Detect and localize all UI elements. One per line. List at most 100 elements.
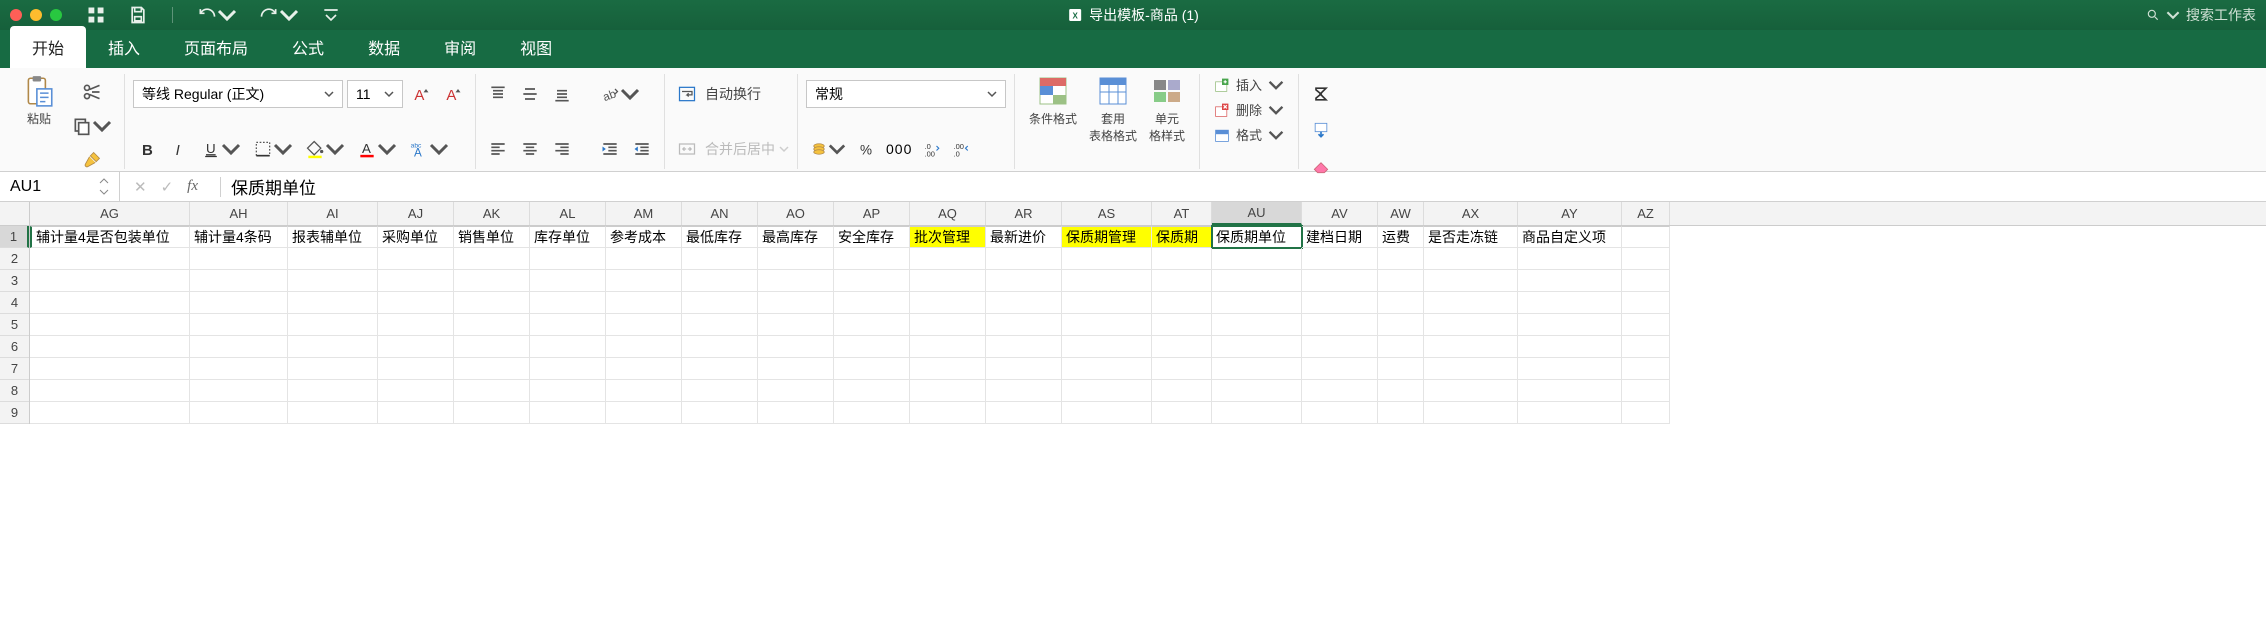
cell-AP8[interactable] <box>834 380 910 402</box>
cell-AR8[interactable] <box>986 380 1062 402</box>
enter-formula-button[interactable]: ✓ <box>161 178 174 196</box>
format-painter-button[interactable] <box>68 146 116 174</box>
align-left-button[interactable] <box>484 135 512 163</box>
cell-AG8[interactable] <box>30 380 190 402</box>
cell-AT4[interactable] <box>1152 292 1212 314</box>
fill-color-button[interactable] <box>301 135 349 163</box>
column-header-AR[interactable]: AR <box>986 202 1062 225</box>
cell-AN7[interactable] <box>682 358 758 380</box>
italic-button[interactable]: I <box>165 135 193 163</box>
cell-AZ1[interactable] <box>1622 226 1670 248</box>
cell-AM2[interactable] <box>606 248 682 270</box>
cell-AT6[interactable] <box>1152 336 1212 358</box>
undo-button[interactable] <box>193 1 241 29</box>
delete-cells-button[interactable]: 删除 <box>1214 99 1284 120</box>
column-header-AO[interactable]: AO <box>758 202 834 225</box>
autosum-button[interactable] <box>1307 80 1335 108</box>
cell-AH1[interactable]: 辅计量4条码 <box>190 226 288 248</box>
column-header-AJ[interactable]: AJ <box>378 202 454 225</box>
cancel-formula-button[interactable]: ✕ <box>134 178 147 196</box>
cell-AM4[interactable] <box>606 292 682 314</box>
row-header-6[interactable]: 6 <box>0 336 29 358</box>
cell-AQ6[interactable] <box>910 336 986 358</box>
column-header-AK[interactable]: AK <box>454 202 530 225</box>
cell-AN4[interactable] <box>682 292 758 314</box>
phonetic-button[interactable]: abcA <box>405 135 453 163</box>
save-button[interactable] <box>124 1 152 29</box>
close-window-button[interactable] <box>10 9 22 21</box>
cell-AZ4[interactable] <box>1622 292 1670 314</box>
format-cells-button[interactable]: 格式 <box>1214 124 1284 145</box>
cut-button[interactable] <box>68 78 116 106</box>
cell-AU2[interactable] <box>1212 248 1302 270</box>
cell-AH5[interactable] <box>190 314 288 336</box>
decrease-font-button[interactable]: A <box>439 80 467 108</box>
column-header-AQ[interactable]: AQ <box>910 202 986 225</box>
cell-AH3[interactable] <box>190 270 288 292</box>
cell-AW5[interactable] <box>1378 314 1424 336</box>
cell-AS6[interactable] <box>1062 336 1152 358</box>
number-format-selector[interactable]: 常规 <box>806 80 1006 108</box>
align-right-button[interactable] <box>548 135 576 163</box>
cell-AO9[interactable] <box>758 402 834 424</box>
cell-AO3[interactable] <box>758 270 834 292</box>
orientation-button[interactable]: ab <box>596 80 644 108</box>
customize-qat-button[interactable] <box>317 1 345 29</box>
column-header-AW[interactable]: AW <box>1378 202 1424 225</box>
cell-AK2[interactable] <box>454 248 530 270</box>
percent-button[interactable]: % <box>853 136 879 162</box>
cell-AU1[interactable]: 保质期单位 <box>1212 226 1302 248</box>
cell-AL1[interactable]: 库存单位 <box>530 226 606 248</box>
cell-AR1[interactable]: 最新进价 <box>986 226 1062 248</box>
row-header-7[interactable]: 7 <box>0 358 29 380</box>
formula-input[interactable]: 保质期单位 <box>221 174 2266 199</box>
cell-AG1[interactable]: 辅计量4是否包装单位 <box>30 226 190 248</box>
cell-AY3[interactable] <box>1518 270 1622 292</box>
cell-AI3[interactable] <box>288 270 378 292</box>
cell-AI6[interactable] <box>288 336 378 358</box>
column-header-AU[interactable]: AU <box>1212 202 1302 225</box>
cell-AO4[interactable] <box>758 292 834 314</box>
cell-AK5[interactable] <box>454 314 530 336</box>
cell-AK1[interactable]: 销售单位 <box>454 226 530 248</box>
cell-AJ7[interactable] <box>378 358 454 380</box>
cell-AG2[interactable] <box>30 248 190 270</box>
cell-AV3[interactable] <box>1302 270 1378 292</box>
cell-AS4[interactable] <box>1062 292 1152 314</box>
cell-AY8[interactable] <box>1518 380 1622 402</box>
cell-AM3[interactable] <box>606 270 682 292</box>
cell-AI9[interactable] <box>288 402 378 424</box>
insert-cells-button[interactable]: 插入 <box>1214 74 1284 95</box>
cell-AN9[interactable] <box>682 402 758 424</box>
cell-AU4[interactable] <box>1212 292 1302 314</box>
cell-AQ2[interactable] <box>910 248 986 270</box>
row-header-2[interactable]: 2 <box>0 248 29 270</box>
cell-AT7[interactable] <box>1152 358 1212 380</box>
cell-AU8[interactable] <box>1212 380 1302 402</box>
cell-AP9[interactable] <box>834 402 910 424</box>
cell-AR6[interactable] <box>986 336 1062 358</box>
cell-AY6[interactable] <box>1518 336 1622 358</box>
cell-AO1[interactable]: 最高库存 <box>758 226 834 248</box>
column-header-AY[interactable]: AY <box>1518 202 1622 225</box>
align-middle-button[interactable] <box>516 80 544 108</box>
cell-AX6[interactable] <box>1424 336 1518 358</box>
increase-indent-button[interactable] <box>628 135 656 163</box>
cell-AP1[interactable]: 安全库存 <box>834 226 910 248</box>
column-header-AX[interactable]: AX <box>1424 202 1518 225</box>
cell-AS5[interactable] <box>1062 314 1152 336</box>
cell-AQ4[interactable] <box>910 292 986 314</box>
cell-AW4[interactable] <box>1378 292 1424 314</box>
format-as-table-button[interactable]: 套用 表格格式 <box>1083 74 1143 144</box>
cell-AJ2[interactable] <box>378 248 454 270</box>
cell-AO5[interactable] <box>758 314 834 336</box>
cell-AX7[interactable] <box>1424 358 1518 380</box>
tab-formulas[interactable]: 公式 <box>270 26 346 68</box>
cell-AL8[interactable] <box>530 380 606 402</box>
cell-AP7[interactable] <box>834 358 910 380</box>
currency-button[interactable] <box>806 136 850 162</box>
cell-AV8[interactable] <box>1302 380 1378 402</box>
cell-AN8[interactable] <box>682 380 758 402</box>
cell-AO7[interactable] <box>758 358 834 380</box>
tab-view[interactable]: 视图 <box>498 26 574 68</box>
